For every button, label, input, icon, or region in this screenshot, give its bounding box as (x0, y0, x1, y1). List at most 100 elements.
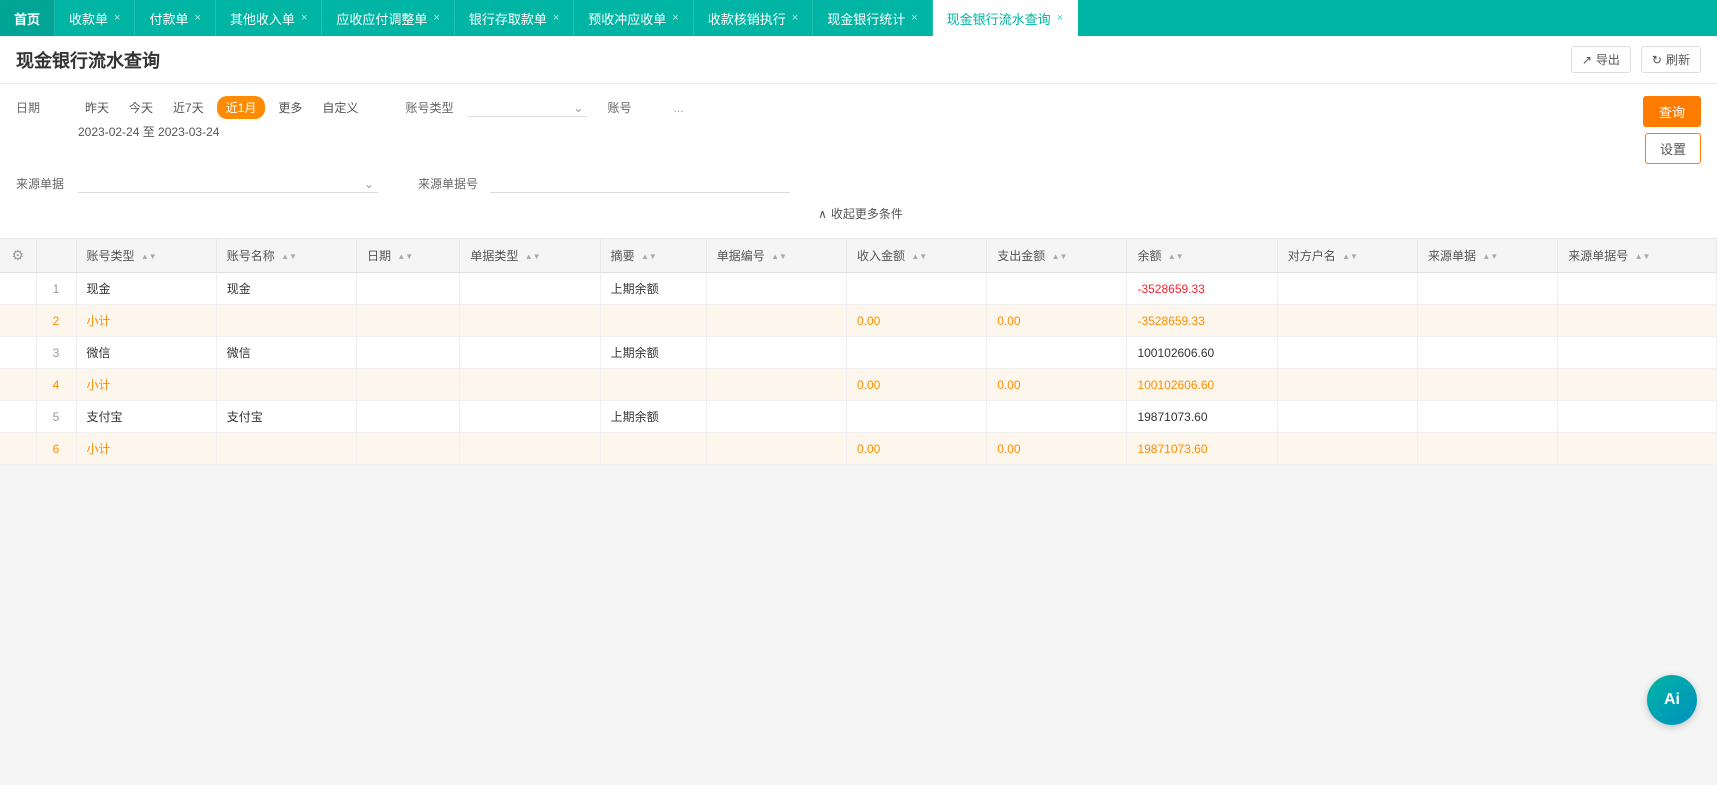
source-doc-select[interactable] (78, 174, 378, 193)
nav-tab[interactable]: 现金银行流水查询× (933, 0, 1078, 36)
table-cell: 0.00 (987, 433, 1127, 465)
col-expense-header[interactable]: 支出金额 ▲▼ (987, 239, 1127, 273)
table-cell (460, 337, 600, 369)
close-tab-icon[interactable]: × (792, 12, 798, 24)
sort-icons-account-name: ▲▼ (281, 253, 297, 261)
table-cell (216, 305, 356, 337)
close-tab-icon[interactable]: × (553, 12, 559, 24)
col-balance-header[interactable]: 余额 ▲▼ (1127, 239, 1277, 273)
table-cell (0, 305, 36, 337)
table-cell (1558, 273, 1717, 305)
gear-icon[interactable]: ⚙ (11, 247, 24, 263)
col-index-header (36, 239, 76, 273)
col-account-name-header[interactable]: 账号名称 ▲▼ (216, 239, 356, 273)
table-cell (0, 401, 36, 433)
source-doc-label: 来源单据 (16, 175, 66, 192)
data-table: ⚙ 账号类型 ▲▼ 账号名称 ▲▼ 日期 ▲▼ 单据类型 ▲▼ (0, 239, 1717, 465)
collapse-bar[interactable]: ∧ 收起更多条件 (16, 201, 1701, 230)
query-button[interactable]: 查询 (1643, 96, 1701, 127)
close-tab-icon[interactable]: × (433, 12, 439, 24)
col-date-header[interactable]: 日期 ▲▼ (357, 239, 460, 273)
table-cell (357, 273, 460, 305)
close-tab-icon[interactable]: × (1057, 12, 1063, 24)
table-cell: 100102606.60 (1127, 337, 1277, 369)
date-shortcut-button[interactable]: 近1月 (217, 96, 266, 119)
col-summary-header[interactable]: 摘要 ▲▼ (600, 239, 706, 273)
account-group: 账号 ... (607, 99, 687, 117)
table-cell (706, 273, 846, 305)
date-range: 2023-02-24 至 2023-03-24 (78, 125, 219, 139)
col-doc-no-header[interactable]: 单据编号 ▲▼ (706, 239, 846, 273)
table-cell: 0.00 (987, 369, 1127, 401)
top-nav: 首页 收款单×付款单×其他收入单×应收应付调整单×银行存取款单×预收冲应收单×收… (0, 0, 1717, 36)
table-cell: 5 (36, 401, 76, 433)
close-tab-icon[interactable]: × (301, 12, 307, 24)
nav-tab[interactable]: 其他收入单 × (216, 0, 322, 36)
export-icon: ↗ (1582, 53, 1592, 67)
table-cell (357, 369, 460, 401)
close-tab-icon[interactable]: × (114, 12, 120, 24)
table-cell (706, 305, 846, 337)
table-cell (987, 337, 1127, 369)
table-cell: -3528659.33 (1127, 305, 1277, 337)
table-cell (357, 337, 460, 369)
table-cell: 现金 (216, 273, 356, 305)
page-title: 现金银行流水查询 (16, 47, 160, 73)
col-counterparty-header[interactable]: 对方户名 ▲▼ (1277, 239, 1417, 273)
table-cell (846, 401, 986, 433)
export-button[interactable]: ↗ 导出 (1571, 46, 1631, 73)
account-dots-button[interactable]: ... (669, 99, 687, 117)
col-income-header[interactable]: 收入金额 ▲▼ (846, 239, 986, 273)
table-body: 1现金现金上期余额-3528659.332小计0.000.00-3528659.… (0, 273, 1717, 465)
col-source-doc-header[interactable]: 来源单据 ▲▼ (1418, 239, 1558, 273)
source-doc-no-input[interactable] (490, 174, 790, 193)
table-cell (1558, 305, 1717, 337)
refresh-label: 刷新 (1666, 51, 1690, 68)
table-cell (1418, 401, 1558, 433)
table-cell (987, 401, 1127, 433)
ai-badge[interactable]: Ai (1647, 675, 1697, 725)
sort-icons-summary: ▲▼ (641, 253, 657, 261)
close-tab-icon[interactable]: × (911, 12, 917, 24)
nav-tab-label: 现金银行统计 (827, 9, 905, 28)
nav-tab[interactable]: 应收应付调整单× (322, 0, 454, 36)
nav-tab[interactable]: 收款单× (55, 0, 135, 36)
sort-icons-date: ▲▼ (397, 253, 413, 261)
nav-tab[interactable]: 预收冲应收单× (574, 0, 693, 36)
col-account-type-header[interactable]: 账号类型 ▲▼ (76, 239, 216, 273)
table-cell (846, 273, 986, 305)
col-doc-type-header[interactable]: 单据类型 ▲▼ (460, 239, 600, 273)
table-cell: 小计 (76, 369, 216, 401)
col-source-doc-no-header[interactable]: 来源单据号 ▲▼ (1558, 239, 1717, 273)
table-cell: 19871073.60 (1127, 433, 1277, 465)
table-cell (0, 273, 36, 305)
page-header: 现金银行流水查询 ↗ 导出 ↻ 刷新 (0, 36, 1717, 84)
table-cell (706, 433, 846, 465)
table-cell (357, 305, 460, 337)
table-cell: 4 (36, 369, 76, 401)
table-cell: 2 (36, 305, 76, 337)
table-cell (216, 369, 356, 401)
date-shortcut-button[interactable]: 更多 (271, 96, 309, 119)
sort-icons-balance: ▲▼ (1168, 253, 1184, 261)
nav-tab[interactable]: 收款核销执行× (694, 0, 813, 36)
close-tab-icon[interactable]: × (672, 12, 678, 24)
nav-tab-label: 其他收入单 (230, 9, 295, 28)
date-shortcut-button[interactable]: 近7天 (166, 96, 211, 119)
settings-button[interactable]: 设置 (1645, 133, 1701, 164)
date-shortcut-button[interactable]: 自定义 (315, 96, 365, 119)
table-cell (0, 337, 36, 369)
refresh-button[interactable]: ↻ 刷新 (1641, 46, 1701, 73)
table-cell (1558, 401, 1717, 433)
nav-tab[interactable]: 银行存取款单× (455, 0, 574, 36)
table-cell (1277, 305, 1417, 337)
close-tab-icon[interactable]: × (194, 12, 200, 24)
table-cell: 支付宝 (76, 401, 216, 433)
nav-tab[interactable]: 付款单× (135, 0, 215, 36)
table-cell (1418, 273, 1558, 305)
nav-home[interactable]: 首页 (0, 0, 55, 36)
date-shortcut-button[interactable]: 昨天 (78, 96, 116, 119)
account-type-select[interactable] (467, 98, 587, 117)
date-shortcut-button[interactable]: 今天 (122, 96, 160, 119)
nav-tab[interactable]: 现金银行统计 × (813, 0, 932, 36)
